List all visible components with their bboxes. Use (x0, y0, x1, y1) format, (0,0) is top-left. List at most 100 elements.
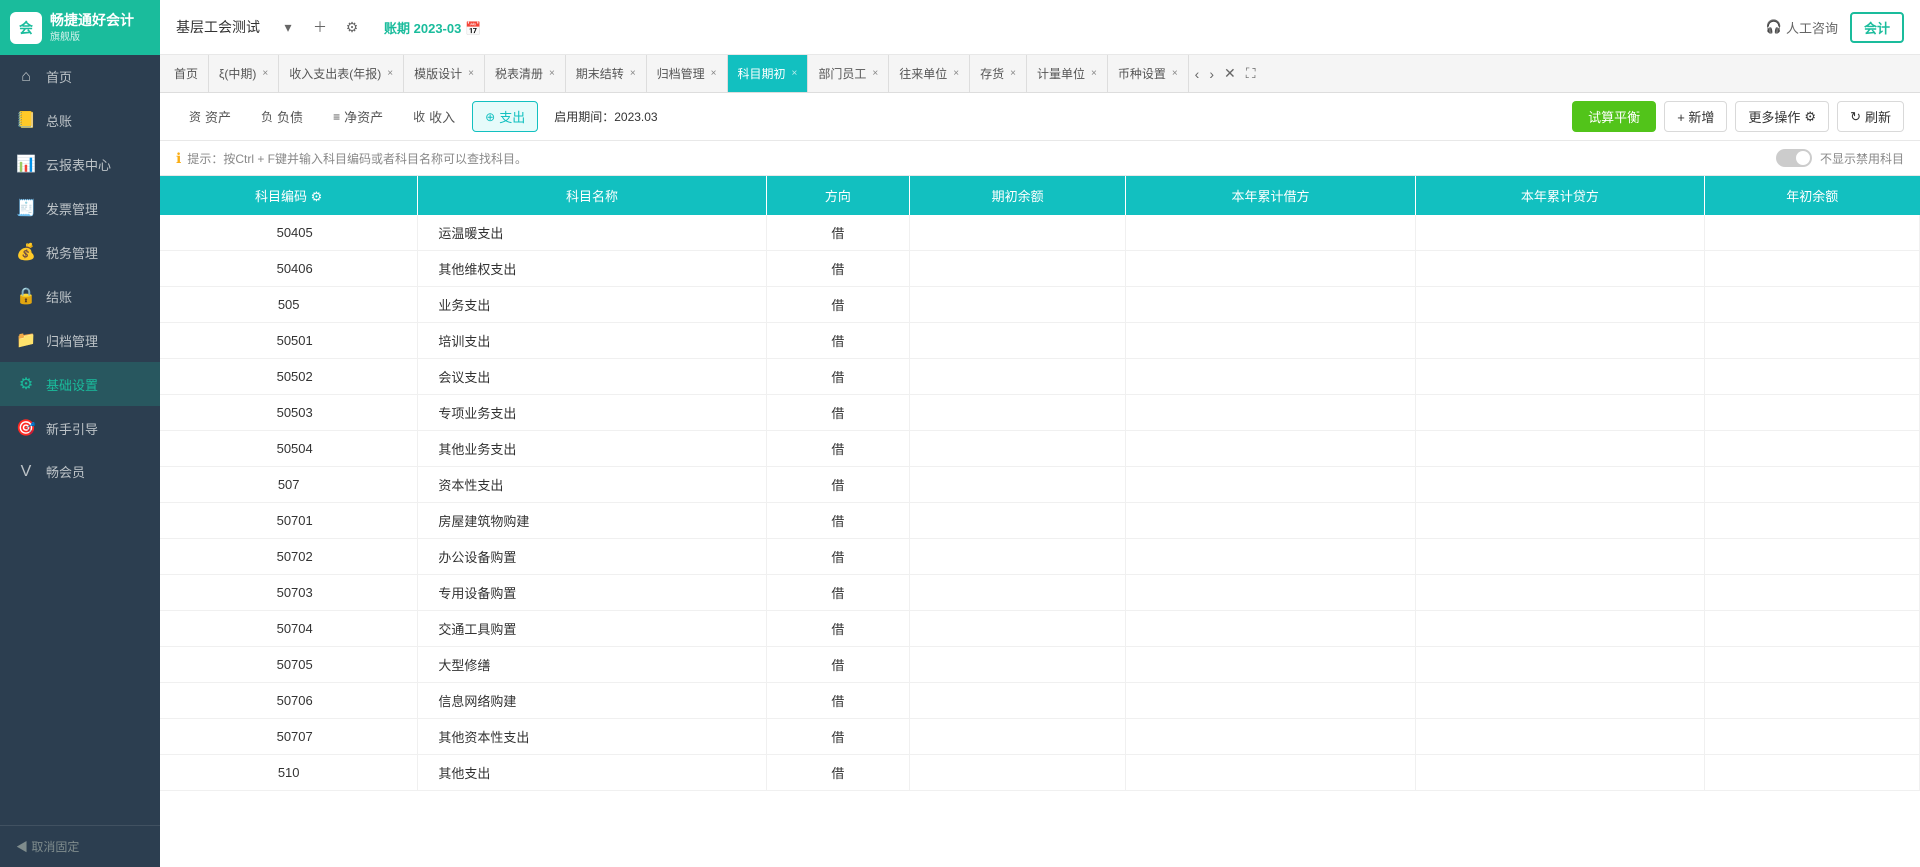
tab-deptstaff[interactable]: 部门员工× (808, 55, 889, 92)
cell-ytd-debit-7 (1126, 467, 1415, 503)
sub-tab-bar: 资 资产 负 负债 ≡ 净资产 收 收入 ⊕ 支出 启用期间：2023.03 试… (160, 93, 1920, 141)
table-row[interactable]: 50704 交通工具购置 借 (160, 611, 1920, 647)
table-row[interactable]: 50502 会议支出 借 (160, 359, 1920, 395)
tab-taxclear[interactable]: 税表清册× (485, 55, 566, 92)
more-ops-button[interactable]: 更多操作 ⚙ (1735, 101, 1829, 132)
cell-year-begin-0 (1705, 215, 1920, 251)
tab-unit[interactable]: 计量单位× (1027, 55, 1108, 92)
tab-template[interactable]: 模版设计× (404, 55, 485, 92)
table-row[interactable]: 510 其他支出 借 (160, 755, 1920, 791)
sidebar-item-invoice[interactable]: 🧾 发票管理 (0, 186, 160, 230)
tab-close-subjectperiod[interactable]: × (792, 68, 798, 79)
tab-scroll-left[interactable]: ‹ (1191, 64, 1204, 84)
sub-tab-income2[interactable]: 收 收入 (400, 101, 468, 132)
tab-close-unit[interactable]: × (1091, 68, 1097, 79)
tab-subjectperiod[interactable]: 科目期初× (728, 55, 809, 92)
tab-close-contacts[interactable]: × (953, 68, 959, 79)
tab-close-currency[interactable]: × (1172, 68, 1178, 79)
tab-mid[interactable]: ξ(中期)× (209, 55, 279, 92)
cell-opening-8 (909, 503, 1125, 539)
sidebar-item-guide[interactable]: 🎯 新手引导 (0, 406, 160, 450)
topbar: 基层工会测试 ▾ ＋ ⚙ 账期 2023-03 📅 🎧 人工咨询 会计 (160, 0, 1920, 55)
cell-opening-1 (909, 251, 1125, 287)
tab-expand[interactable]: ⛶ (1242, 63, 1260, 84)
table-row[interactable]: 50503 专项业务支出 借 (160, 395, 1920, 431)
tab-home[interactable]: 首页 (164, 55, 209, 92)
cell-code-4: 50502 (160, 359, 418, 395)
table-row[interactable]: 50705 大型修缮 借 (160, 647, 1920, 683)
tab-close-archivemgmt[interactable]: × (711, 68, 717, 79)
tab-income[interactable]: 收入支出表(年报)× (279, 55, 404, 92)
tab-close-template[interactable]: × (468, 68, 474, 79)
sub-tab-liability[interactable]: 负 负债 (248, 101, 316, 132)
sidebar-item-settings[interactable]: ⚙ 基础设置 (0, 362, 160, 406)
sidebar-item-ledger[interactable]: 📒 总账 (0, 98, 160, 142)
sidebar-item-member[interactable]: V 畅会员 (0, 450, 160, 493)
add-tab-icon[interactable]: ＋ (308, 15, 332, 39)
tab-currency[interactable]: 币种设置× (1108, 55, 1189, 92)
tab-close-taxclear[interactable]: × (549, 68, 555, 79)
sidebar-item-close[interactable]: 🔒 结账 (0, 274, 160, 318)
tab-close-mid[interactable]: × (262, 68, 268, 79)
cell-ytd-credit-3 (1415, 323, 1704, 359)
table-row[interactable]: 50707 其他资本性支出 借 (160, 719, 1920, 755)
sidebar-item-home[interactable]: ⌂ 首页 (0, 55, 160, 98)
settings-icon[interactable]: ⚙ (340, 15, 364, 39)
user-role-button[interactable]: 会计 (1850, 12, 1904, 43)
tab-close-period[interactable]: × (630, 68, 636, 79)
cell-year-begin-10 (1705, 575, 1920, 611)
table-row[interactable]: 50504 其他业务支出 借 (160, 431, 1920, 467)
tab-archivemgmt[interactable]: 归档管理× (647, 55, 728, 92)
col-header-4: 本年累计借方 (1126, 176, 1415, 215)
sub-tab-netasset[interactable]: ≡ 净资产 (320, 101, 396, 132)
topbar-actions: ▾ ＋ ⚙ (276, 15, 364, 39)
cell-ytd-debit-15 (1126, 755, 1415, 791)
tab-contacts[interactable]: 往来单位× (889, 55, 970, 92)
add-button[interactable]: + 新增 (1664, 101, 1727, 132)
cell-code-3: 50501 (160, 323, 418, 359)
logo-title: 畅捷通好会计 (50, 12, 134, 29)
table-row[interactable]: 50706 信息网络购建 借 (160, 683, 1920, 719)
cell-ytd-debit-3 (1126, 323, 1415, 359)
sidebar-item-tax[interactable]: 💰 税务管理 (0, 230, 160, 274)
tab-close-deptstaff[interactable]: × (872, 68, 878, 79)
table-row[interactable]: 505 业务支出 借 (160, 287, 1920, 323)
tab-close-stock[interactable]: × (1010, 68, 1016, 79)
sidebar-footer-collapse[interactable]: ◀ 取消固定 (0, 825, 160, 867)
sidebar-item-archive[interactable]: 📁 归档管理 (0, 318, 160, 362)
sidebar-item-reports[interactable]: 📊 云报表中心 (0, 142, 160, 186)
cell-opening-15 (909, 755, 1125, 791)
help-button[interactable]: 🎧 人工咨询 (1766, 18, 1838, 37)
table-row[interactable]: 50702 办公设备购置 借 (160, 539, 1920, 575)
tab-stock[interactable]: 存货 × (970, 55, 1027, 92)
table-row[interactable]: 50406 其他维权支出 借 (160, 251, 1920, 287)
table-row[interactable]: 50701 房屋建筑物购建 借 (160, 503, 1920, 539)
tab-label-stock: 存货 (980, 65, 1004, 82)
refresh-button[interactable]: ↻ 刷新 (1837, 101, 1904, 132)
sub-tab-expense[interactable]: ⊕ 支出 (472, 101, 538, 132)
table-row[interactable]: 50405 运温暖支出 借 (160, 215, 1920, 251)
dropdown-icon[interactable]: ▾ (276, 15, 300, 39)
cell-year-begin-2 (1705, 287, 1920, 323)
calc-balance-button[interactable]: 试算平衡 (1572, 101, 1656, 132)
tab-scroll-right[interactable]: › (1205, 64, 1218, 84)
cell-year-begin-7 (1705, 467, 1920, 503)
tab-close-all[interactable]: ✕ (1220, 63, 1240, 84)
toggle-disabled-subjects[interactable] (1776, 149, 1812, 167)
col-settings-icon[interactable]: ⚙ (311, 189, 323, 204)
table-row[interactable]: 507 资本性支出 借 (160, 467, 1920, 503)
cell-year-begin-9 (1705, 539, 1920, 575)
cell-opening-13 (909, 683, 1125, 719)
tab-close-income[interactable]: × (387, 68, 393, 79)
sub-tab-icon-liability: 负 (261, 108, 273, 125)
sub-tab-asset[interactable]: 资 资产 (176, 101, 244, 132)
table-row[interactable]: 50703 专用设备购置 借 (160, 575, 1920, 611)
cell-ytd-debit-8 (1126, 503, 1415, 539)
cell-year-begin-13 (1705, 683, 1920, 719)
table-row[interactable]: 50501 培训支出 借 (160, 323, 1920, 359)
cell-name-15: 其他支出 (418, 755, 766, 791)
period-display: 账期 2023-03 📅 (384, 18, 481, 37)
sidebar-label-guide: 新手引导 (46, 419, 98, 438)
tab-period[interactable]: 期末结转× (566, 55, 647, 92)
subject-table: 科目编码 ⚙科目名称方向期初余额本年累计借方本年累计贷方年初余额 50405 运… (160, 176, 1920, 791)
